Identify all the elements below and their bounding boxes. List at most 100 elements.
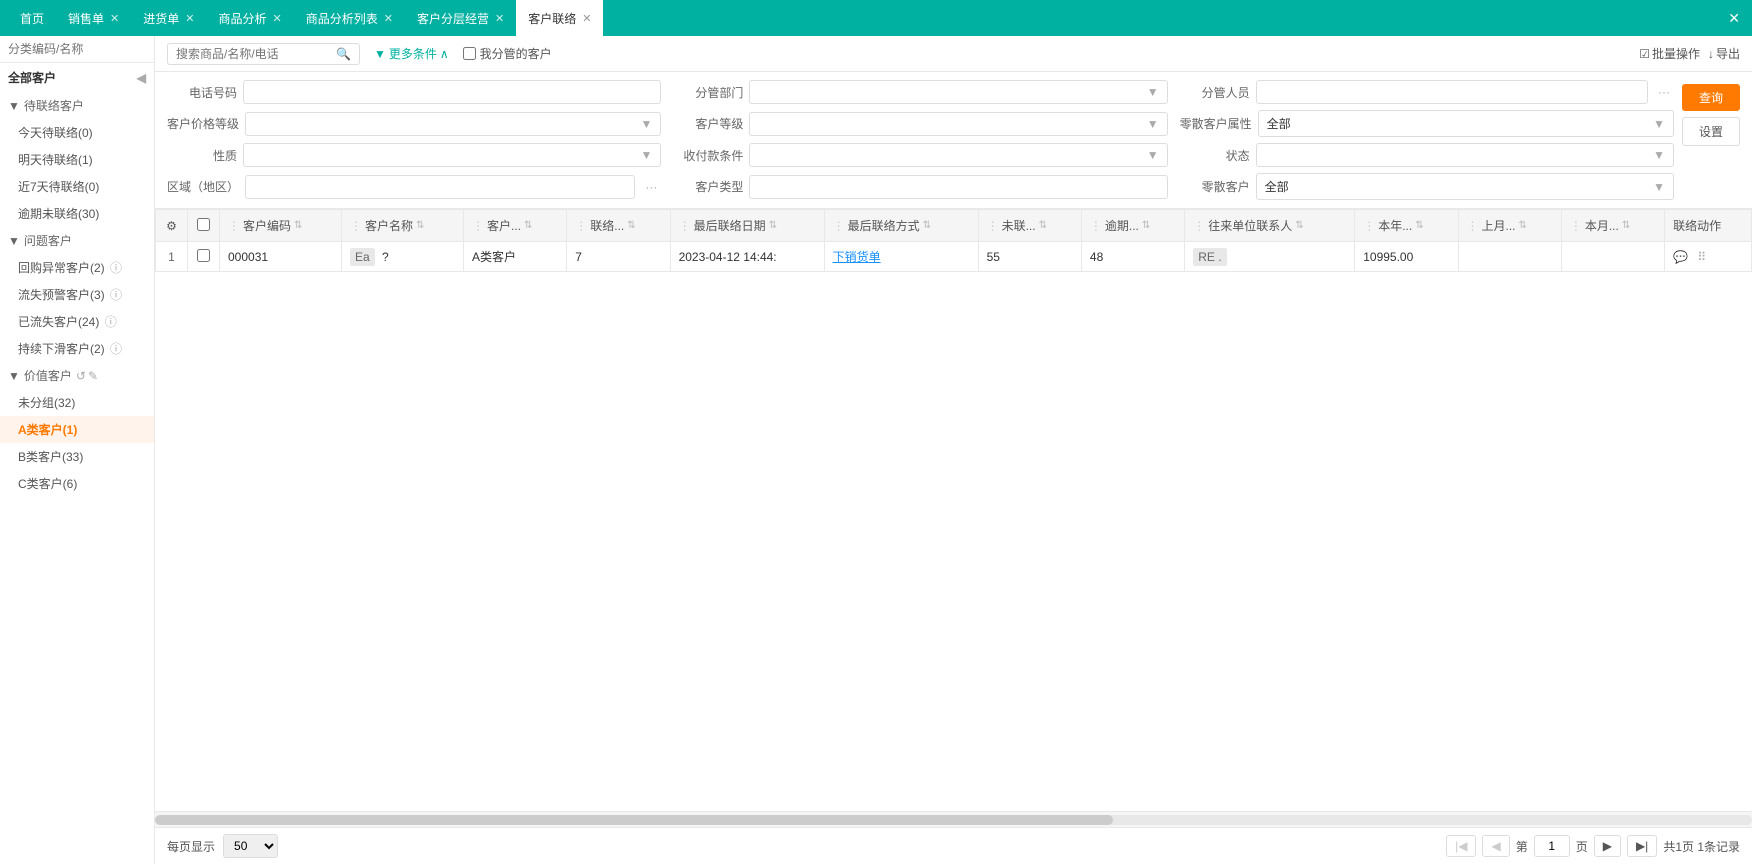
- close-all-button[interactable]: ✕: [1724, 6, 1744, 31]
- filter-dept-select[interactable]: ▼: [749, 80, 1167, 104]
- sidebar-all-customers[interactable]: 全部客户 ◀: [0, 63, 154, 92]
- export-button[interactable]: ↓ 导出: [1708, 45, 1740, 62]
- filter-phone-input[interactable]: [243, 80, 661, 104]
- close-purchase-icon[interactable]: ✕: [185, 12, 194, 25]
- sidebar-item-class-b[interactable]: B类客户(33): [0, 443, 154, 470]
- row-checkbox[interactable]: [197, 249, 210, 262]
- close-goods-analysis-icon[interactable]: ✕: [273, 12, 282, 25]
- query-button[interactable]: 查询: [1682, 84, 1740, 111]
- resize-type[interactable]: ⋮: [472, 219, 484, 233]
- sort-no-contact-icon[interactable]: ⇅: [1039, 220, 1047, 231]
- resize-unit-contact[interactable]: ⋮: [1193, 219, 1205, 233]
- resize-code[interactable]: ⋮: [228, 219, 240, 233]
- nav-tab-purchase[interactable]: 进货单 ✕: [131, 0, 206, 36]
- sort-last-method-icon[interactable]: ⇅: [923, 220, 931, 231]
- resize-this-month[interactable]: ⋮: [1570, 219, 1582, 233]
- last-page-button[interactable]: ▶|: [1627, 835, 1657, 857]
- filter-customer-level-select[interactable]: ▼: [749, 112, 1167, 136]
- sort-this-year-icon[interactable]: ⇅: [1415, 220, 1423, 231]
- sidebar-item-repurchase-abnormal[interactable]: 回购异常客户(2) ⓘ: [0, 254, 154, 281]
- sidebar-item-today[interactable]: 今天待联络(0): [0, 119, 154, 146]
- sidebar-group-problem-title[interactable]: ▼ 问题客户: [0, 227, 154, 254]
- search-input[interactable]: [176, 47, 336, 61]
- filter-retail-attr-select[interactable]: 全部 ▼: [1258, 110, 1674, 137]
- sort-last-date-icon[interactable]: ⇅: [769, 220, 777, 231]
- sidebar-item-overdue[interactable]: 逾期未联络(30): [0, 200, 154, 227]
- sort-last-month-icon[interactable]: ⇅: [1519, 220, 1527, 231]
- sidebar-item-declining[interactable]: 持续下滑客户(2) ⓘ: [0, 335, 154, 362]
- refresh-icon[interactable]: ↺: [76, 369, 86, 383]
- select-all-checkbox[interactable]: [197, 218, 210, 231]
- th-unit-contact: ⋮ 往来单位联系人 ⇅: [1185, 210, 1355, 242]
- sort-overdue-icon[interactable]: ⇅: [1142, 220, 1150, 231]
- qr-action-icon[interactable]: ⠿: [1697, 250, 1706, 264]
- sidebar-item-class-a[interactable]: A类客户(1): [0, 416, 154, 443]
- sidebar-item-churned[interactable]: 已流失客户(24) ⓘ: [0, 308, 154, 335]
- sort-code-icon[interactable]: ⇅: [294, 220, 302, 231]
- sidebar-group-pending-title[interactable]: ▼ 待联络客户: [0, 92, 154, 119]
- nav-tab-customer-contact[interactable]: 客户联络 ✕: [516, 0, 603, 36]
- cell-last-method[interactable]: 下销货单: [824, 242, 978, 272]
- last-method-link[interactable]: 下销货单: [833, 250, 881, 264]
- close-sales-icon[interactable]: ✕: [110, 12, 119, 25]
- sidebar-item-churn-warning[interactable]: 流失预警客户(3) ⓘ: [0, 281, 154, 308]
- filter-region-input[interactable]: [245, 175, 635, 199]
- sidebar-search-input[interactable]: [8, 42, 155, 56]
- filter-nature-select[interactable]: ▼: [243, 143, 661, 167]
- sidebar-item-7days[interactable]: 近7天待联络(0): [0, 173, 154, 200]
- resize-name[interactable]: ⋮: [350, 219, 362, 233]
- filter-region-more-icon[interactable]: ···: [641, 176, 661, 198]
- scrollbar-thumb[interactable]: [155, 815, 1113, 825]
- sidebar-group-value-title[interactable]: ▼ 价值客户 ↺ ✎: [0, 362, 154, 389]
- sort-this-month-icon[interactable]: ⇅: [1622, 220, 1630, 231]
- first-page-button[interactable]: |◀: [1446, 835, 1476, 857]
- sort-type-icon[interactable]: ⇅: [524, 220, 532, 231]
- th-gear[interactable]: ⚙: [156, 210, 188, 242]
- prev-page-button[interactable]: ◀: [1482, 835, 1509, 857]
- scrollbar-track[interactable]: [155, 815, 1752, 825]
- filter-customer-type-input[interactable]: [749, 175, 1167, 199]
- nav-tab-home[interactable]: 首页: [8, 0, 56, 36]
- resize-overdue[interactable]: ⋮: [1090, 219, 1102, 233]
- sidebar-item-class-c[interactable]: C类客户(6): [0, 470, 154, 497]
- per-page-select[interactable]: 50 100 200: [223, 834, 278, 858]
- close-contact-icon[interactable]: ✕: [582, 12, 591, 25]
- resize-contact[interactable]: ⋮: [575, 219, 587, 233]
- edit-icon[interactable]: ✎: [88, 369, 98, 383]
- page-number-input[interactable]: [1534, 835, 1570, 857]
- nav-tab-sales[interactable]: 销售单 ✕: [56, 0, 131, 36]
- resize-this-year[interactable]: ⋮: [1363, 219, 1375, 233]
- retail-arrow: ▼: [1653, 180, 1665, 194]
- sort-unit-contact-icon[interactable]: ⇅: [1295, 220, 1303, 231]
- filter-manager-more-icon[interactable]: ···: [1654, 81, 1674, 103]
- sort-name-icon[interactable]: ⇅: [416, 220, 424, 231]
- batch-operation-button[interactable]: ☑ 批量操作: [1639, 45, 1700, 62]
- setting-button[interactable]: 设置: [1682, 117, 1740, 146]
- nav-tab-customer-segment[interactable]: 客户分层经营 ✕: [405, 0, 516, 36]
- filter-icon: ▼: [374, 47, 386, 61]
- resize-no-contact[interactable]: ⋮: [987, 219, 999, 233]
- horizontal-scrollbar[interactable]: [155, 811, 1752, 827]
- sidebar-item-unclassified[interactable]: 未分组(32): [0, 389, 154, 416]
- chat-action-icon[interactable]: 💬: [1673, 250, 1688, 264]
- filter-retail-select[interactable]: 全部 ▼: [1256, 173, 1674, 200]
- filter-more-button[interactable]: ▼ 更多条件 ∧: [368, 42, 455, 65]
- resize-last-date[interactable]: ⋮: [679, 219, 691, 233]
- nav-tab-goods-list[interactable]: 商品分析列表 ✕: [294, 0, 405, 36]
- gear-icon[interactable]: ⚙: [166, 219, 177, 233]
- sort-contact-icon[interactable]: ⇅: [627, 220, 635, 231]
- my-customer-checkbox[interactable]: [463, 47, 476, 60]
- resize-last-method[interactable]: ⋮: [833, 219, 845, 233]
- next-page-button[interactable]: ▶: [1594, 835, 1621, 857]
- resize-last-month[interactable]: ⋮: [1467, 219, 1479, 233]
- cell-checkbox: [188, 242, 220, 272]
- close-segment-icon[interactable]: ✕: [495, 12, 504, 25]
- filter-price-select[interactable]: ▼: [245, 112, 661, 136]
- filter-manager-input[interactable]: [1256, 80, 1648, 104]
- filter-payment-select[interactable]: ▼: [749, 143, 1167, 167]
- nav-tab-goods-analysis[interactable]: 商品分析 ✕: [206, 0, 293, 36]
- sidebar-item-tomorrow[interactable]: 明天待联络(1): [0, 146, 154, 173]
- filter-status-select[interactable]: ▼: [1256, 143, 1674, 167]
- close-goods-list-icon[interactable]: ✕: [384, 12, 393, 25]
- sidebar-collapse-icon[interactable]: ◀: [137, 71, 146, 85]
